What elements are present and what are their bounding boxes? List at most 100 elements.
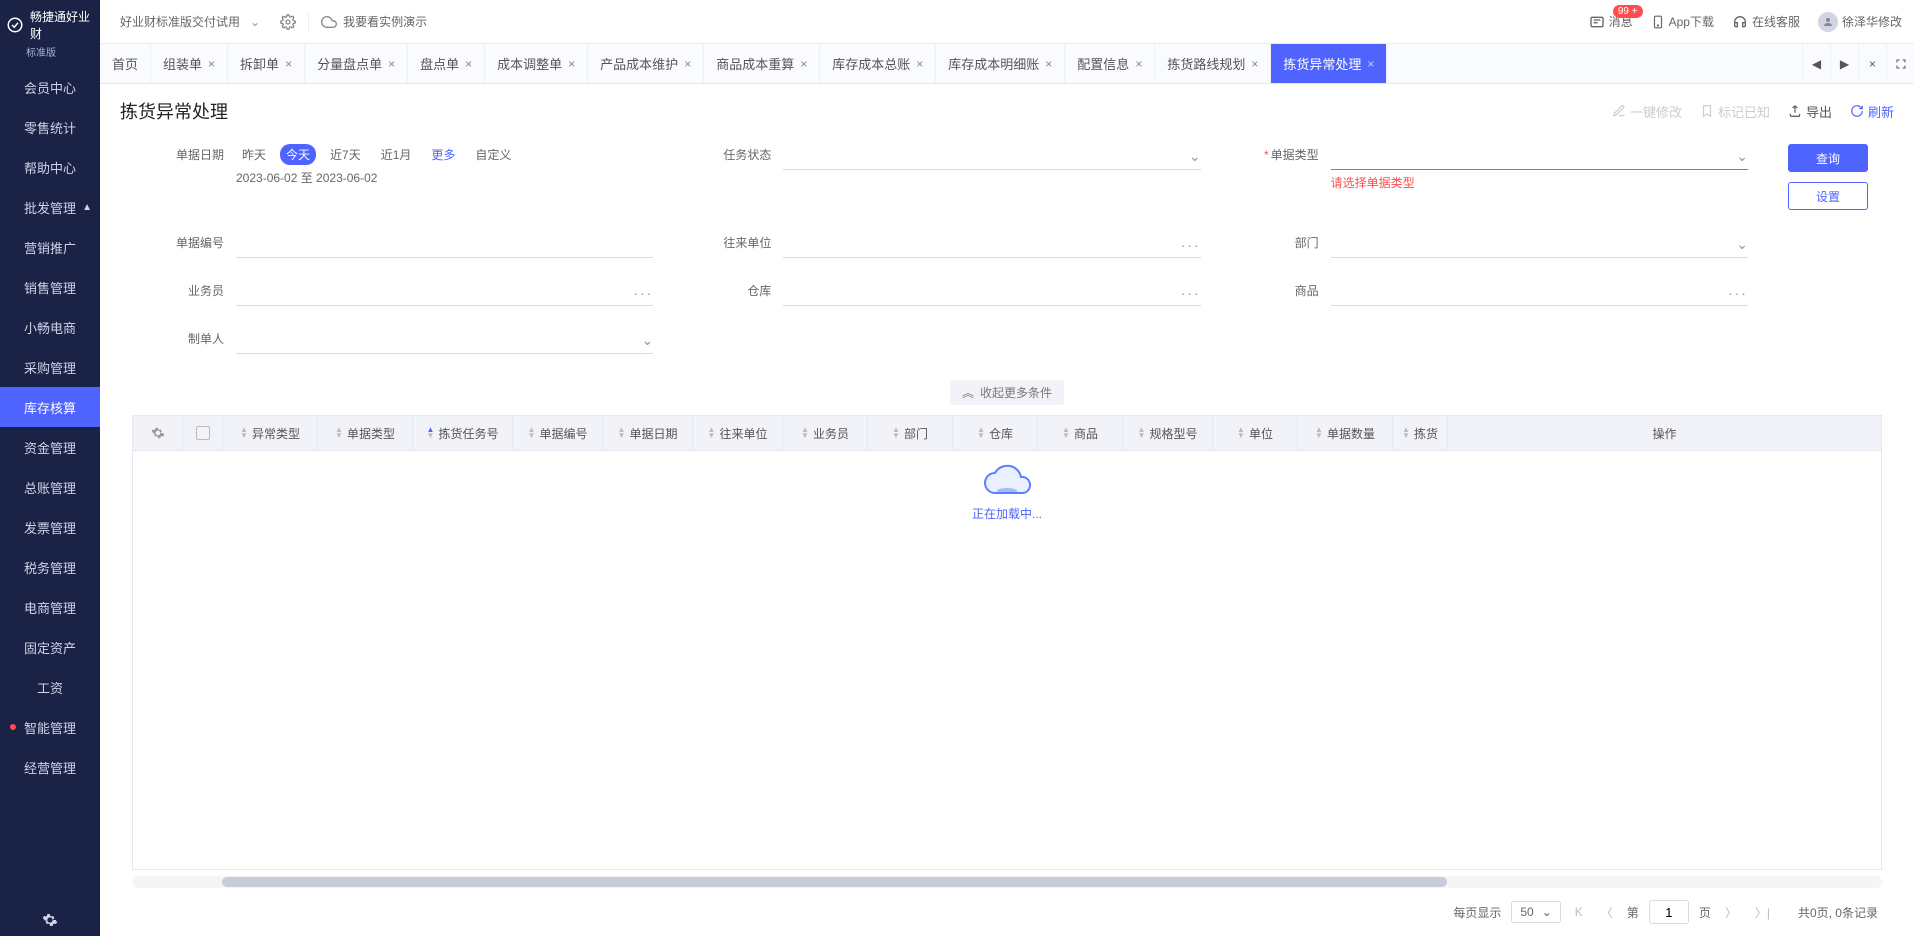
demo-link[interactable]: 我要看实例演示 [321,13,427,30]
tab-pick-route[interactable]: 拣货路线规划× [1155,44,1271,83]
settings-button[interactable] [280,14,296,30]
col-doc-date[interactable]: ▲▼单据日期 [603,416,693,450]
sidebar-item-fixed-assets[interactable]: 固定资产 [0,627,100,667]
warehouse-select[interactable]: ··· [783,280,1200,306]
tab-disassembly[interactable]: 拆卸单× [228,44,305,83]
user-menu[interactable]: 徐泽华修改 [1818,12,1902,32]
partner-select[interactable]: ··· [783,232,1200,258]
sidebar-item-ledger[interactable]: 总账管理 [0,467,100,507]
chip-custom[interactable]: 自定义 [469,144,517,165]
close-icon[interactable]: × [1367,57,1374,71]
col-pick-task-no[interactable]: ▲▼拣货任务号 [413,416,513,450]
export-button[interactable]: 导出 [1788,102,1832,121]
tab-inv-cost-detail[interactable]: 库存成本明细账× [936,44,1065,83]
sidebar-item-retail-stats[interactable]: 零售统计 [0,107,100,147]
close-icon[interactable]: × [1251,57,1258,71]
close-icon[interactable]: × [465,57,472,71]
col-doc-type[interactable]: ▲▼单据类型 [318,416,413,450]
tab-config[interactable]: 配置信息× [1065,44,1155,83]
tabs-next-button[interactable]: ▶ [1830,44,1858,84]
chip-today[interactable]: 今天 [280,144,316,165]
refresh-button[interactable]: 刷新 [1850,102,1894,121]
query-button[interactable]: 查询 [1788,144,1868,172]
doc-type-select[interactable]: ⌄ [1331,144,1748,170]
tab-inv-cost-ledger[interactable]: 库存成本总账× [820,44,936,83]
chip-last7[interactable]: 近7天 [324,144,367,165]
chip-last1m[interactable]: 近1月 [375,144,418,165]
chip-yesterday[interactable]: 昨天 [236,144,272,165]
support-button[interactable]: 在线客服 [1732,13,1800,30]
first-page-button[interactable]: K [1571,905,1587,919]
col-unit[interactable]: ▲▼单位 [1213,416,1298,450]
sidebar-item-help[interactable]: 帮助中心 [0,147,100,187]
tab-home[interactable]: 首页 [100,44,151,83]
sidebar-item-tax[interactable]: 税务管理 [0,547,100,587]
column-settings-button[interactable] [133,416,183,450]
tab-partial-stocktake[interactable]: 分量盘点单× [305,44,408,83]
sidebar-item-ecom-mgmt[interactable]: 电商管理 [0,587,100,627]
sidebar-item-member[interactable]: 会员中心 [0,67,100,107]
sidebar-item-operation[interactable]: 经营管理 [0,747,100,787]
sidebar-item-smart[interactable]: 智能管理 [0,707,100,747]
sidebar-item-funds[interactable]: 资金管理 [0,427,100,467]
col-product[interactable]: ▲▼商品 [1038,416,1123,450]
tab-goods-cost-recalc[interactable]: 商品成本重算× [704,44,820,83]
close-icon[interactable]: × [1135,57,1142,71]
salesman-select[interactable]: ··· [236,280,653,306]
sidebar-item-wholesale[interactable]: 批发管理▲ [0,187,100,227]
sidebar-item-invoice[interactable]: 发票管理 [0,507,100,547]
col-pick-qty[interactable]: ▲▼拣货 [1393,416,1448,450]
tab-assembly[interactable]: 组装单× [151,44,228,83]
dept-select[interactable]: ⌄ [1331,232,1748,258]
col-spec[interactable]: ▲▼规格型号 [1123,416,1213,450]
app-selector[interactable]: 好业财标准版交付试用 ⌄ [112,9,268,34]
close-icon[interactable]: × [800,57,807,71]
task-status-select[interactable]: ⌄ [783,144,1200,170]
close-icon[interactable]: × [1045,57,1052,71]
sidebar-item-purchase[interactable]: 采购管理 [0,347,100,387]
messages-button[interactable]: 消息 99 + [1589,13,1633,30]
close-icon[interactable]: × [568,57,575,71]
tab-product-cost[interactable]: 产品成本维护× [588,44,704,83]
chip-more[interactable]: 更多 [425,144,461,165]
close-icon[interactable]: × [684,57,691,71]
close-icon[interactable]: × [208,57,215,71]
sidebar-item-inventory-cost[interactable]: 库存核算 [0,387,100,427]
col-exception-type[interactable]: ▲▼异常类型 [223,416,318,450]
chevron-down-icon: ⌄ [1189,148,1201,165]
page-input[interactable] [1649,900,1689,924]
last-page-button[interactable]: 〉| [1751,904,1774,921]
col-dept[interactable]: ▲▼部门 [868,416,953,450]
sidebar-item-marketing[interactable]: 营销推广 [0,227,100,267]
fullscreen-button[interactable] [1886,44,1914,84]
tabs-prev-button[interactable]: ◀ [1802,44,1830,84]
sidebar-item-ecommerce[interactable]: 小畅电商 [0,307,100,347]
close-icon[interactable]: × [916,57,923,71]
close-icon[interactable]: × [285,57,292,71]
tabs-close-all-button[interactable]: × [1858,44,1886,84]
col-warehouse[interactable]: ▲▼仓库 [953,416,1038,450]
product-select[interactable]: ··· [1331,280,1748,306]
settings-button[interactable]: 设置 [1788,182,1868,210]
sidebar-item-salary[interactable]: 工资 [0,667,100,707]
prev-page-button[interactable]: 〈 [1597,904,1617,921]
col-doc-no[interactable]: ▲▼单据编号 [513,416,603,450]
horizontal-scrollbar[interactable] [132,876,1882,888]
tab-stocktake[interactable]: 盘点单× [408,44,485,83]
doc-no-input[interactable] [236,232,653,258]
col-doc-qty[interactable]: ▲▼单据数量 [1298,416,1393,450]
next-page-button[interactable]: 〉 [1721,904,1741,921]
tab-cost-adjust[interactable]: 成本调整单× [485,44,588,83]
creator-select[interactable]: ⌄ [236,328,653,354]
collapse-button[interactable]: ︽收起更多条件 [950,380,1064,405]
per-page-select[interactable]: 50⌄ [1511,901,1560,923]
close-icon[interactable]: × [388,57,395,71]
col-salesman[interactable]: ▲▼业务员 [783,416,868,450]
chevron-down-icon: ⌄ [1542,905,1552,919]
tab-pick-exception[interactable]: 拣货异常处理× [1271,44,1387,83]
app-download-button[interactable]: App下载 [1651,13,1714,30]
select-all-checkbox[interactable] [183,416,223,450]
sidebar-settings[interactable] [0,904,100,936]
sidebar-item-sales[interactable]: 销售管理 [0,267,100,307]
col-partner[interactable]: ▲▼往来单位 [693,416,783,450]
